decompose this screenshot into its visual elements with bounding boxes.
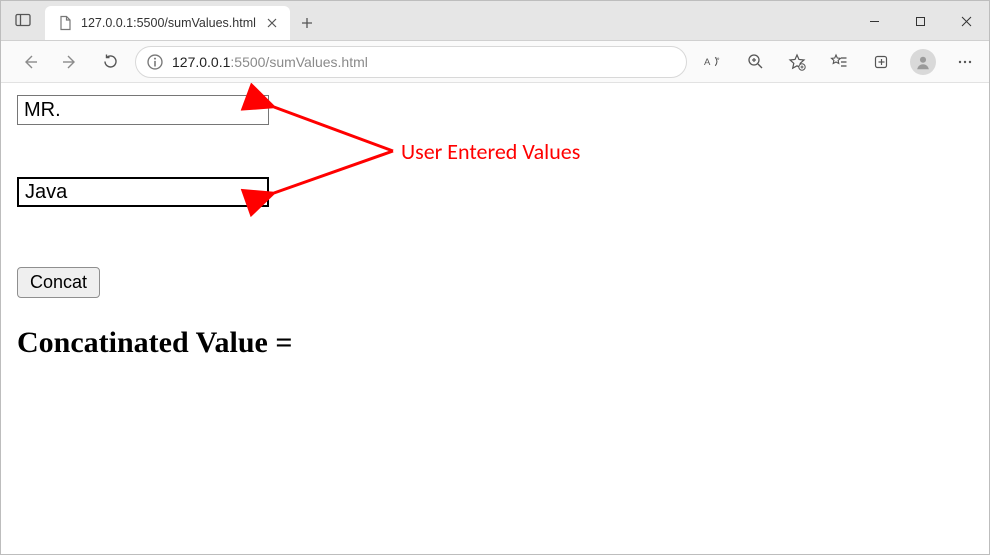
concat-button[interactable]: Concat bbox=[17, 267, 100, 298]
back-button[interactable] bbox=[15, 47, 45, 77]
forward-button[interactable] bbox=[55, 47, 85, 77]
page-icon bbox=[57, 15, 73, 31]
tab-close-button[interactable] bbox=[264, 15, 280, 31]
address-bar[interactable]: 127.0.0.1:5500/sumValues.html bbox=[135, 46, 687, 78]
page-viewport: Concat Concatinated Value = User Entered… bbox=[1, 83, 989, 554]
window-minimize-button[interactable] bbox=[851, 1, 897, 41]
zoom-button[interactable] bbox=[739, 46, 771, 78]
site-info-icon[interactable] bbox=[146, 53, 164, 71]
read-aloud-button[interactable]: A» bbox=[697, 46, 729, 78]
profile-button[interactable] bbox=[907, 46, 939, 78]
browser-tab[interactable]: 127.0.0.1:5500/sumValues.html bbox=[45, 6, 290, 40]
result-prefix: Concatinated Value = bbox=[17, 326, 292, 359]
avatar-icon bbox=[910, 49, 936, 75]
collections-button[interactable] bbox=[865, 46, 897, 78]
result-heading: Concatinated Value = bbox=[17, 326, 973, 360]
window-maximize-button[interactable] bbox=[897, 1, 943, 41]
svg-text:A: A bbox=[704, 57, 711, 68]
toolbar: 127.0.0.1:5500/sumValues.html A» bbox=[1, 41, 989, 83]
tab-actions-button[interactable] bbox=[1, 0, 45, 40]
more-button[interactable] bbox=[949, 46, 981, 78]
favorites-button[interactable] bbox=[781, 46, 813, 78]
tab-title: 127.0.0.1:5500/sumValues.html bbox=[81, 16, 256, 30]
input-2[interactable] bbox=[17, 177, 269, 207]
url-text: 127.0.0.1:5500/sumValues.html bbox=[172, 54, 368, 70]
favorites-bar-button[interactable] bbox=[823, 46, 855, 78]
window-close-button[interactable] bbox=[943, 1, 989, 41]
input-1[interactable] bbox=[17, 95, 269, 125]
new-tab-button[interactable] bbox=[290, 6, 324, 40]
annotation-label: User Entered Values bbox=[401, 138, 580, 165]
refresh-button[interactable] bbox=[95, 47, 125, 77]
titlebar: 127.0.0.1:5500/sumValues.html bbox=[1, 1, 989, 41]
svg-text:»: » bbox=[716, 57, 720, 63]
